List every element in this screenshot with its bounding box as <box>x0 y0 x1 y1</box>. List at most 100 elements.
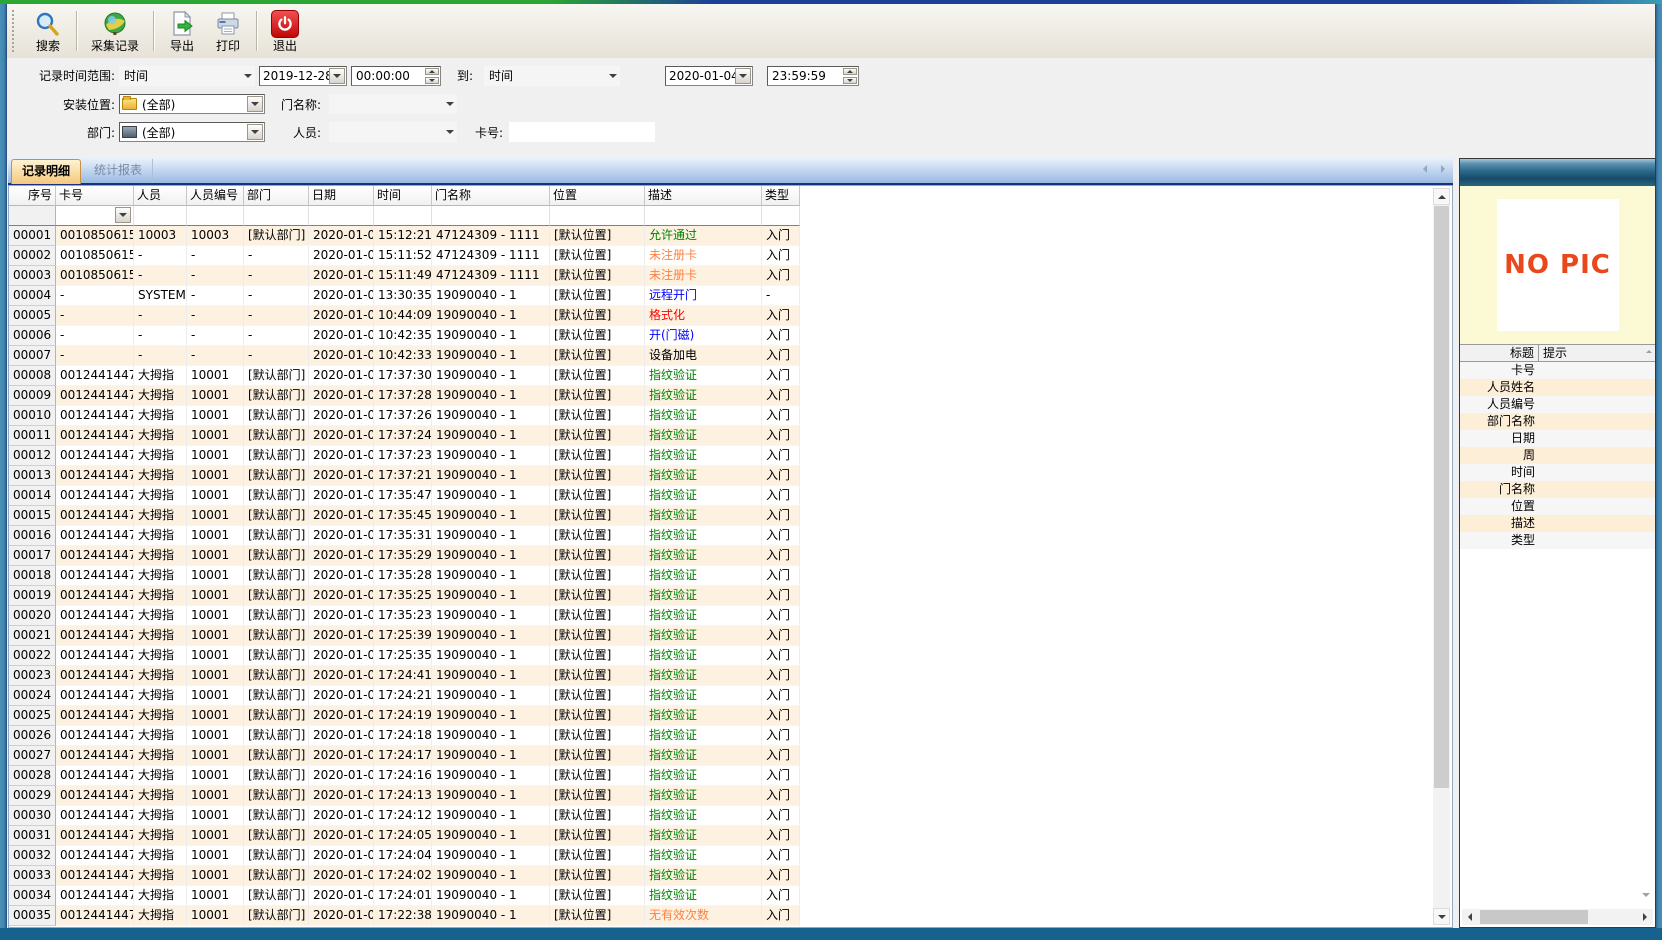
table-row[interactable]: 000280012441447大拇指10001[默认部门]2020-01-021… <box>9 766 1452 786</box>
table-row[interactable]: 000020010850615---2020-01-0315:11:524712… <box>9 246 1452 266</box>
start-time-up-icon[interactable] <box>425 68 439 75</box>
cell-seq: 00028 <box>9 766 56 786</box>
install-location-combobox[interactable]: (全部) <box>119 94 265 114</box>
card-number-input[interactable] <box>509 122 655 142</box>
scroll-left-icon[interactable] <box>1462 909 1478 925</box>
range-type-combobox[interactable]: 时间 <box>119 66 255 86</box>
table-row[interactable]: 000340012441447大拇指10001[默认部门]2020-01-021… <box>9 886 1452 906</box>
detail-scroll-up-icon[interactable] <box>1646 350 1652 353</box>
tab-statistics-report[interactable]: 统计报表 <box>84 159 153 183</box>
detail-horizontal-scrollbar[interactable] <box>1462 909 1653 925</box>
table-row[interactable]: 00006----2020-01-0310:42:3519090040 - 1[… <box>9 326 1452 346</box>
end-date-dropdown-icon[interactable] <box>735 68 751 84</box>
install-location-dropdown-icon[interactable] <box>247 96 263 112</box>
table-row[interactable]: 000140012441447大拇指10001[默认部门]2020-01-021… <box>9 486 1452 506</box>
scrollbar-thumb[interactable] <box>1480 910 1588 924</box>
column-header-description[interactable]: 描述 <box>645 186 762 206</box>
table-row[interactable]: 000170012441447大拇指10001[默认部门]2020-01-021… <box>9 546 1452 566</box>
table-row[interactable]: 000080012441447大拇指10001[默认部门]2020-01-021… <box>9 366 1452 386</box>
table-vertical-scrollbar[interactable] <box>1433 188 1450 925</box>
detail-field-row[interactable]: 时间 <box>1460 464 1655 481</box>
table-row[interactable]: 000210012441447大拇指10001[默认部门]2020-01-021… <box>9 626 1452 646</box>
table-row[interactable]: 00007----2020-01-0310:42:3319090040 - 1[… <box>9 346 1452 366</box>
table-row[interactable]: 000330012441447大拇指10001[默认部门]2020-01-021… <box>9 866 1452 886</box>
table-row[interactable]: 0000100108506151000310003[默认部门]2020-01-0… <box>9 226 1452 246</box>
tab-scroll-left-icon[interactable] <box>1423 165 1427 173</box>
detail-field-row[interactable]: 周 <box>1460 447 1655 464</box>
table-row[interactable]: 00005----2020-01-0310:44:0919090040 - 1[… <box>9 306 1452 326</box>
table-row[interactable]: 000130012441447大拇指10001[默认部门]2020-01-021… <box>9 466 1452 486</box>
table-row[interactable]: 000240012441447大拇指10001[默认部门]2020-01-021… <box>9 686 1452 706</box>
table-row[interactable]: 000320012441447大拇指10001[默认部门]2020-01-021… <box>9 846 1452 866</box>
end-date-picker[interactable]: 2020-01-04 <box>665 66 753 86</box>
table-row[interactable]: 000250012441447大拇指10001[默认部门]2020-01-021… <box>9 706 1452 726</box>
cell-person: 大拇指 <box>134 846 187 866</box>
detail-field-row[interactable]: 描述 <box>1460 515 1655 532</box>
exit-button[interactable]: 退出 <box>262 6 308 56</box>
department-combobox[interactable]: (全部) <box>119 122 265 142</box>
table-row[interactable]: 000260012441447大拇指10001[默认部门]2020-01-021… <box>9 726 1452 746</box>
detail-field-row[interactable]: 部门名称 <box>1460 413 1655 430</box>
search-button[interactable]: 搜索 <box>25 6 71 56</box>
table-row[interactable]: 000030010850615---2020-01-0315:11:494712… <box>9 266 1452 286</box>
detail-field-row[interactable]: 位置 <box>1460 498 1655 515</box>
scroll-down-icon[interactable] <box>1433 908 1450 925</box>
detail-field-row[interactable]: 日期 <box>1460 430 1655 447</box>
table-row[interactable]: 000230012441447大拇指10001[默认部门]2020-01-021… <box>9 666 1452 686</box>
print-button[interactable]: 打印 <box>205 6 251 56</box>
column-header-time[interactable]: 时间 <box>374 186 432 206</box>
table-row[interactable]: 000100012441447大拇指10001[默认部门]2020-01-021… <box>9 406 1452 426</box>
table-row[interactable]: 00004-SYSTEM--2020-01-0313:30:3519090040… <box>9 286 1452 306</box>
table-row[interactable]: 000190012441447大拇指10001[默认部门]2020-01-021… <box>9 586 1452 606</box>
tab-record-detail[interactable]: 记录明细 <box>11 159 81 184</box>
column-header-door-name[interactable]: 门名称 <box>432 186 550 206</box>
column-header-date[interactable]: 日期 <box>309 186 374 206</box>
start-time-spinner[interactable]: 00:00:00 <box>351 66 441 86</box>
table-row[interactable]: 000120012441447大拇指10001[默认部门]2020-01-021… <box>9 446 1452 466</box>
door-name-combobox[interactable] <box>329 94 457 114</box>
end-time-down-icon[interactable] <box>843 77 857 84</box>
person-combobox[interactable] <box>329 122 457 142</box>
department-dropdown-icon[interactable] <box>247 124 263 140</box>
column-header-department[interactable]: 部门 <box>244 186 309 206</box>
card-filter-dropdown-icon[interactable] <box>115 207 131 223</box>
column-header-person-id[interactable]: 人员编号 <box>187 186 244 206</box>
table-row[interactable]: 000110012441447大拇指10001[默认部门]2020-01-021… <box>9 426 1452 446</box>
column-header-card-no[interactable]: 卡号 <box>56 186 134 206</box>
table-row[interactable]: 000200012441447大拇指10001[默认部门]2020-01-021… <box>9 606 1452 626</box>
detail-field-row[interactable]: 人员姓名 <box>1460 379 1655 396</box>
collect-records-button[interactable]: 采集记录 <box>82 6 148 56</box>
filter-cell-card-no[interactable] <box>56 206 134 226</box>
start-date-picker[interactable]: 2019-12-28 <box>259 66 347 86</box>
table-row[interactable]: 000270012441447大拇指10001[默认部门]2020-01-021… <box>9 746 1452 766</box>
end-range-type-combobox[interactable]: 时间 <box>484 66 620 86</box>
scroll-up-icon[interactable] <box>1433 188 1450 205</box>
table-row[interactable]: 000180012441447大拇指10001[默认部门]2020-01-021… <box>9 566 1452 586</box>
start-date-dropdown-icon[interactable] <box>329 68 345 84</box>
detail-field-row[interactable]: 类型 <box>1460 532 1655 549</box>
scrollbar-thumb[interactable] <box>1434 206 1449 788</box>
table-row[interactable]: 000090012441447大拇指10001[默认部门]2020-01-021… <box>9 386 1452 406</box>
detail-field-row[interactable]: 卡号 <box>1460 362 1655 379</box>
column-header-location[interactable]: 位置 <box>550 186 645 206</box>
table-row[interactable]: 000300012441447大拇指10001[默认部门]2020-01-021… <box>9 806 1452 826</box>
end-time-spinner[interactable]: 23:59:59 <box>767 66 859 86</box>
column-header-person[interactable]: 人员 <box>134 186 187 206</box>
end-time-up-icon[interactable] <box>843 68 857 75</box>
column-header-seq[interactable]: 序号 <box>9 186 56 206</box>
detail-field-row[interactable]: 门名称 <box>1460 481 1655 498</box>
start-time-down-icon[interactable] <box>425 77 439 84</box>
tab-scroll-right-icon[interactable] <box>1441 165 1445 173</box>
table-row[interactable]: 000220012441447大拇指10001[默认部门]2020-01-021… <box>9 646 1452 666</box>
export-button[interactable]: 导出 <box>159 6 205 56</box>
toolbar-grip[interactable] <box>12 10 17 52</box>
table-row[interactable]: 000290012441447大拇指10001[默认部门]2020-01-021… <box>9 786 1452 806</box>
detail-field-row[interactable]: 人员编号 <box>1460 396 1655 413</box>
column-header-type[interactable]: 类型 <box>762 186 800 206</box>
table-row[interactable]: 000310012441447大拇指10001[默认部门]2020-01-021… <box>9 826 1452 846</box>
table-row[interactable]: 000160012441447大拇指10001[默认部门]2020-01-021… <box>9 526 1452 546</box>
table-row[interactable]: 000350012441447大拇指10001[默认部门]2020-01-021… <box>9 906 1452 926</box>
table-row[interactable]: 000150012441447大拇指10001[默认部门]2020-01-021… <box>9 506 1452 526</box>
detail-scroll-down-icon[interactable] <box>1642 893 1650 897</box>
scroll-right-icon[interactable] <box>1637 909 1653 925</box>
